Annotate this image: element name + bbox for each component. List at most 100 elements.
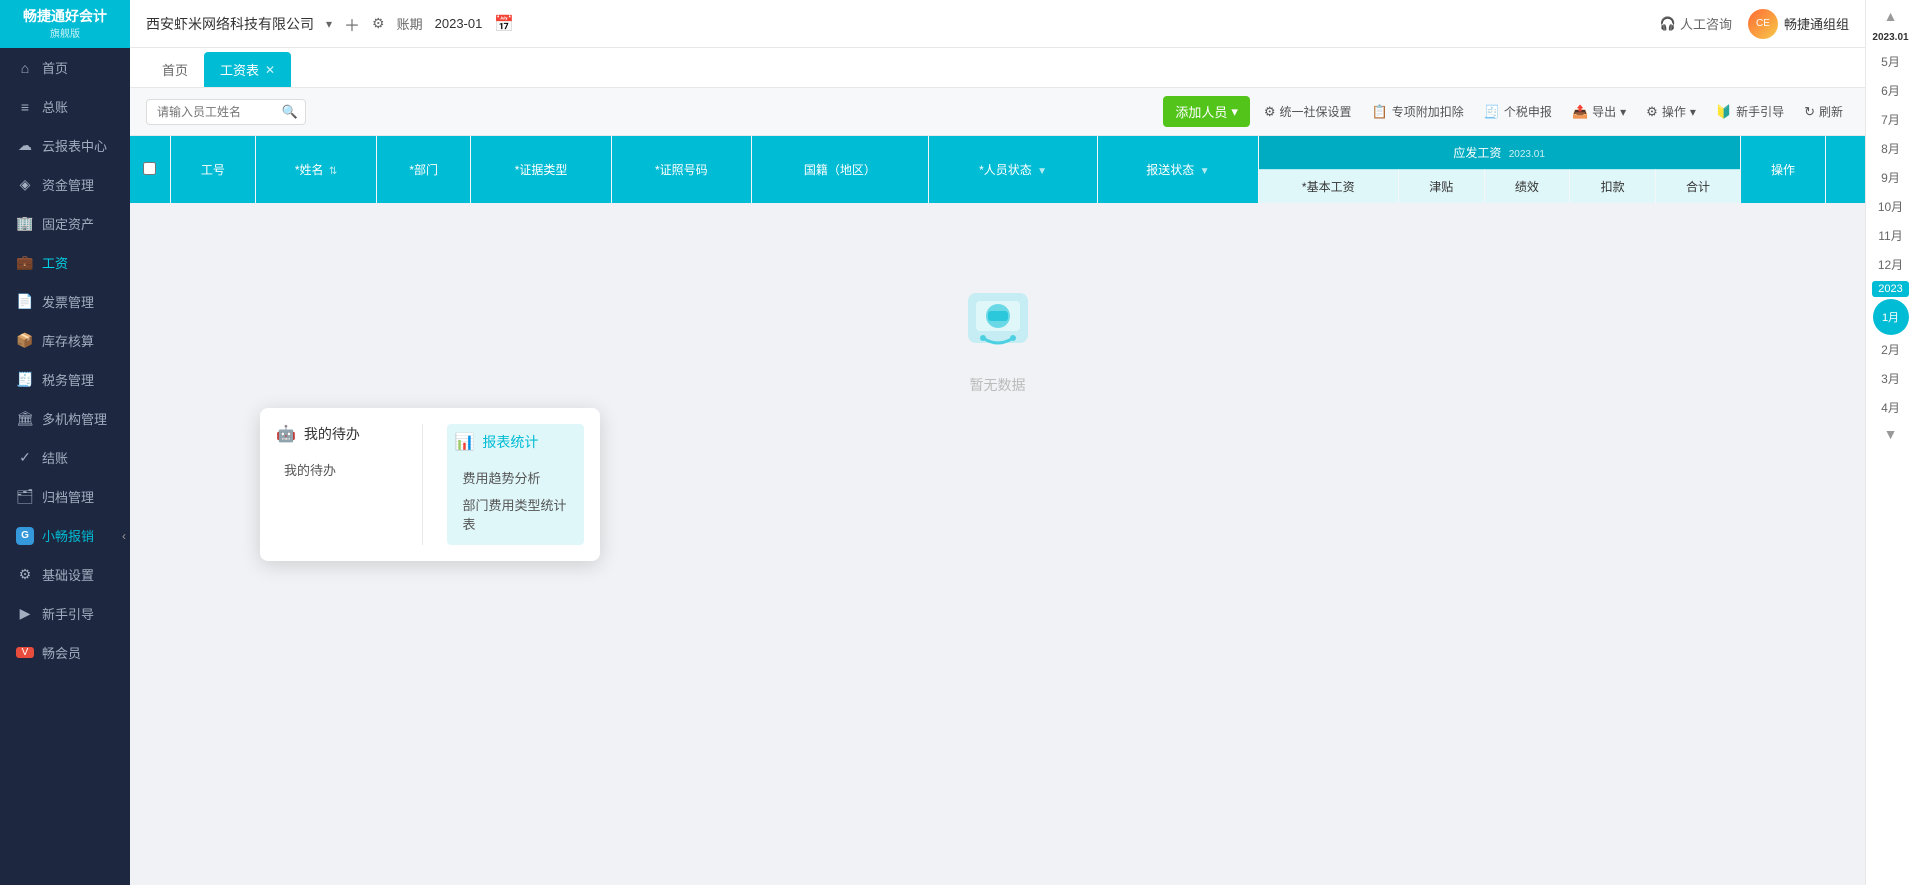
popup-divider [422, 424, 423, 545]
asset-icon: 🏢 [16, 215, 34, 232]
user-info[interactable]: CE 畅捷通组组 [1748, 9, 1849, 39]
popup-section-title-left: 我的待办 [304, 424, 360, 444]
my-todo-item[interactable]: 我的待办 [276, 456, 398, 483]
sidebar-item-label: 发票管理 [42, 292, 94, 311]
add-company-icon[interactable]: ＋ [344, 12, 360, 36]
tab-home[interactable]: 首页 [146, 52, 204, 87]
popup-section-header-right: 📊 报表统计 [455, 432, 577, 456]
sidebar-item-label: 归档管理 [42, 487, 94, 506]
popup-section-right: 📊 报表统计 费用趋势分析 部门费用类型统计表 [447, 424, 585, 545]
calendar-icon[interactable]: 📅 [494, 14, 514, 34]
app-logo: 畅捷通好会计 旗舰版 [0, 0, 130, 48]
company-name: 西安虾米网络科技有限公司 [146, 14, 314, 34]
tab-salary[interactable]: 工资表 ✕ [204, 52, 291, 87]
popup-section-left: 🤖 我的待办 我的待办 [276, 424, 398, 545]
sidebar-item-label: 云报表中心 [42, 136, 107, 155]
sidebar-item-salary[interactable]: 💼 工资 [0, 243, 130, 282]
ledger-icon: ≡ [16, 99, 34, 115]
popup-menu: 🤖 我的待办 我的待办 📊 报表统计 [260, 408, 600, 561]
tab-close-salary[interactable]: ✕ [265, 63, 275, 77]
month-6[interactable]: 6月 [1871, 76, 1911, 105]
popup-overlay[interactable]: 🤖 我的待办 我的待办 📊 报表统计 [130, 88, 1865, 885]
inventory-icon: 📦 [16, 332, 34, 349]
sidebar-item-label: 库存核算 [42, 331, 94, 350]
sidebar-item-label: 多机构管理 [42, 409, 107, 428]
sidebar-item-label: 结账 [42, 448, 68, 467]
sidebar-item-label: 首页 [42, 58, 68, 77]
support-button[interactable]: 🎧 人工咨询 [1660, 14, 1732, 33]
month-7[interactable]: 7月 [1871, 105, 1911, 134]
current-year-badge: 2023 [1872, 281, 1908, 297]
popup-section-header-left: 🤖 我的待办 [276, 424, 398, 448]
sidebar-item-home[interactable]: ⌂ 首页 [0, 48, 130, 87]
avatar: CE [1748, 9, 1778, 39]
sidebar-item-fund[interactable]: ◈ 资金管理 [0, 165, 130, 204]
month-3[interactable]: 3月 [1871, 364, 1911, 393]
period-label: 账期 [397, 14, 423, 33]
sidebar: 畅捷通好会计 旗舰版 ⌂ 首页 ≡ 总账 ☁ 云报表中心 ◈ 资金管理 🏢 固定… [0, 0, 130, 885]
sidebar-item-label: 总账 [42, 97, 68, 116]
sidebar-item-xiaochang[interactable]: G 小畅报销 ‹ [0, 516, 130, 555]
settings-icon[interactable]: ⚙ [372, 15, 385, 32]
sidebar-item-inventory[interactable]: 📦 库存核算 [0, 321, 130, 360]
sidebar-item-label: 固定资产 [42, 214, 94, 233]
sidebar-item-archive[interactable]: 🗂 归档管理 [0, 477, 130, 516]
app-name: 畅捷通好会计 [23, 8, 107, 25]
popup-sections: 🤖 我的待办 我的待办 📊 报表统计 [276, 424, 584, 545]
tax-icon: 🧾 [16, 371, 34, 388]
sidebar-item-settle[interactable]: ✓ 结账 [0, 438, 130, 477]
month-8[interactable]: 8月 [1871, 134, 1911, 163]
member-icon: V [16, 647, 34, 658]
right-sidebar-header: 2023.01 [1872, 28, 1908, 47]
sidebar-item-invoice[interactable]: 📄 发票管理 [0, 282, 130, 321]
salary-icon: 💼 [16, 254, 34, 271]
month-10[interactable]: 10月 [1871, 192, 1911, 221]
settle-icon: ✓ [16, 449, 34, 466]
popup-section-title-right: 报表统计 [482, 432, 538, 452]
dept-cost-item[interactable]: 部门费用类型统计表 [455, 491, 577, 537]
month-4[interactable]: 4月 [1871, 393, 1911, 422]
guide-icon: ▶ [16, 605, 34, 622]
month-12[interactable]: 12月 [1871, 250, 1911, 279]
sidebar-item-fixed-asset[interactable]: 🏢 固定资产 [0, 204, 130, 243]
app-sub: 旗舰版 [50, 25, 80, 40]
sidebar-item-multi-org[interactable]: 🏛 多机构管理 [0, 399, 130, 438]
sidebar-item-label: 小畅报销 [42, 526, 94, 545]
main-area: 西安虾米网络科技有限公司 ▾ ＋ ⚙ 账期 2023-01 📅 🎧 人工咨询 C… [130, 0, 1865, 885]
sidebar-item-ledger[interactable]: ≡ 总账 [0, 87, 130, 126]
sidebar-item-label: 基础设置 [42, 565, 94, 584]
company-dropdown-icon[interactable]: ▾ [326, 17, 332, 31]
archive-icon: 🗂 [16, 488, 34, 505]
content-area: 🔍 添加人员 ▾ ⚙ 统一社保设置 📋 专项附加扣除 🧾 个税申报 [130, 88, 1865, 885]
tab-bar: 首页 工资表 ✕ [130, 48, 1865, 88]
sidebar-item-guide[interactable]: ▶ 新手引导 [0, 594, 130, 633]
month-9[interactable]: 9月 [1871, 163, 1911, 192]
support-icon: 🎧 [1660, 16, 1676, 32]
sidebar-item-label: 畅会员 [42, 643, 81, 662]
sidebar-item-tax[interactable]: 🧾 税务管理 [0, 360, 130, 399]
months-up-arrow[interactable]: ▲ [1880, 4, 1902, 28]
home-icon: ⌂ [16, 60, 34, 76]
right-sidebar: ▲ 2023.01 5月 6月 7月 8月 9月 10月 11月 12月 202… [1865, 0, 1915, 885]
top-header: 西安虾米网络科技有限公司 ▾ ＋ ⚙ 账期 2023-01 📅 🎧 人工咨询 C… [130, 0, 1865, 48]
sidebar-item-label: 工资 [42, 253, 68, 272]
xiaochang-icon: G [16, 527, 34, 545]
multi-org-icon: 🏛 [16, 410, 34, 427]
month-2[interactable]: 2月 [1871, 335, 1911, 364]
month-1-active[interactable]: 1月 [1873, 299, 1909, 335]
months-down-arrow[interactable]: ▼ [1880, 422, 1902, 446]
cloud-icon: ☁ [16, 137, 34, 154]
month-5[interactable]: 5月 [1871, 47, 1911, 76]
sidebar-item-basic[interactable]: ⚙ 基础设置 [0, 555, 130, 594]
header-right: 🎧 人工咨询 CE 畅捷通组组 [1660, 9, 1849, 39]
month-11[interactable]: 11月 [1871, 221, 1911, 250]
sidebar-item-member[interactable]: V 畅会员 [0, 633, 130, 672]
basic-icon: ⚙ [16, 566, 34, 583]
todo-section-icon: 🤖 [276, 424, 296, 444]
period-value: 2023-01 [435, 16, 483, 31]
sidebar-item-label: 新手引导 [42, 604, 94, 623]
cost-trend-item[interactable]: 费用趋势分析 [455, 464, 577, 491]
fund-icon: ◈ [16, 176, 34, 193]
sidebar-item-cloud-report[interactable]: ☁ 云报表中心 [0, 126, 130, 165]
sidebar-item-label: 资金管理 [42, 175, 94, 194]
